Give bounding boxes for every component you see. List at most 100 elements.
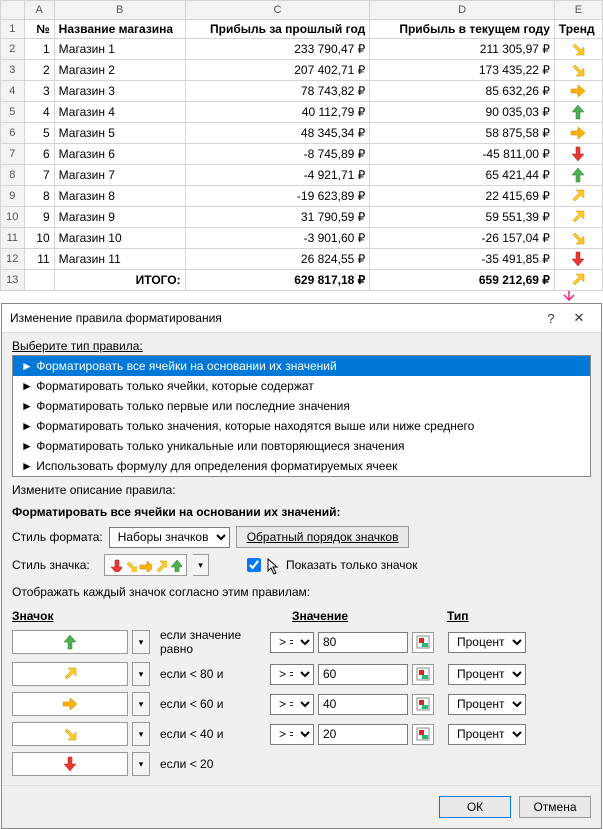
show-icon-only-checkbox[interactable] (247, 558, 261, 572)
cell[interactable]: 4 (24, 102, 54, 123)
operator-select[interactable]: > = (270, 664, 314, 685)
rule-type-list[interactable]: ► Форматировать все ячейки на основании … (12, 355, 591, 477)
icon-dropdown[interactable]: ▾ (132, 630, 150, 654)
range-ref-button[interactable] (412, 694, 434, 715)
cell[interactable]: -26 157,04 ₽ (370, 228, 555, 249)
cell[interactable]: 207 402,71 ₽ (185, 60, 370, 81)
operator-select[interactable]: > = (270, 694, 314, 715)
type-select[interactable]: Процент (448, 664, 526, 685)
cell[interactable]: -45 811,00 ₽ (370, 144, 555, 165)
cell[interactable]: Магазин 6 (54, 144, 185, 165)
cell[interactable]: 10 (24, 228, 54, 249)
icon-dropdown[interactable]: ▾ (132, 662, 150, 686)
close-button[interactable]: ✕ (565, 310, 593, 326)
row-hdr[interactable]: 7 (1, 144, 25, 165)
cell[interactable]: Магазин 11 (54, 249, 185, 270)
corner-cell[interactable] (1, 1, 25, 20)
cell[interactable]: Магазин 5 (54, 123, 185, 144)
cell[interactable]: 85 632,26 ₽ (370, 81, 555, 102)
cell[interactable]: -4 921,71 ₽ (185, 165, 370, 186)
cell[interactable]: -35 491,85 ₽ (370, 249, 555, 270)
col-hdr-c[interactable]: C (185, 1, 370, 20)
type-select[interactable]: Процент (448, 694, 526, 715)
cell[interactable]: 90 035,03 ₽ (370, 102, 555, 123)
format-style-select[interactable]: Наборы значков (109, 527, 230, 548)
rule-type-item[interactable]: ► Форматировать все ячейки на основании … (13, 356, 590, 376)
cancel-button[interactable]: Отмена (519, 796, 591, 818)
row-hdr[interactable]: 12 (1, 249, 25, 270)
cell[interactable]: Магазин 10 (54, 228, 185, 249)
cell[interactable]: 65 421,44 ₽ (370, 165, 555, 186)
row-hdr[interactable]: 1 (1, 20, 25, 39)
hdr-b[interactable]: Название магазина (54, 20, 185, 39)
range-ref-button[interactable] (412, 664, 434, 685)
row-hdr[interactable]: 8 (1, 165, 25, 186)
show-icon-only-check[interactable]: Показать только значок (243, 555, 417, 575)
value-input[interactable] (318, 664, 408, 685)
cell[interactable]: -8 745,89 ₽ (185, 144, 370, 165)
cell[interactable]: Магазин 9 (54, 207, 185, 228)
trend-cell[interactable] (554, 81, 602, 102)
cell[interactable]: ИТОГО: (54, 270, 185, 291)
rule-type-item[interactable]: ► Форматировать только первые или послед… (13, 396, 590, 416)
row-hdr[interactable]: 9 (1, 186, 25, 207)
rule-type-item[interactable]: ► Форматировать только значения, которые… (13, 416, 590, 436)
cell[interactable]: 78 743,82 ₽ (185, 81, 370, 102)
range-ref-button[interactable] (412, 632, 434, 653)
icon-select[interactable] (12, 722, 128, 746)
cell[interactable]: 7 (24, 165, 54, 186)
value-input[interactable] (318, 632, 408, 653)
col-hdr-b[interactable]: B (54, 1, 185, 20)
col-hdr-d[interactable]: D (370, 1, 555, 20)
cell[interactable]: 629 817,18 ₽ (185, 270, 370, 291)
type-select[interactable]: Процент (448, 632, 526, 653)
row-hdr[interactable]: 2 (1, 39, 25, 60)
cell[interactable]: 48 345,34 ₽ (185, 123, 370, 144)
cell[interactable]: Магазин 1 (54, 39, 185, 60)
value-input[interactable] (318, 694, 408, 715)
row-hdr[interactable]: 4 (1, 81, 25, 102)
trend-cell[interactable] (554, 60, 602, 81)
cell[interactable]: 31 790,59 ₽ (185, 207, 370, 228)
cell[interactable]: 40 112,79 ₽ (185, 102, 370, 123)
cell[interactable]: 6 (24, 144, 54, 165)
trend-cell[interactable] (554, 186, 602, 207)
icon-select[interactable] (12, 662, 128, 686)
icon-select[interactable] (12, 692, 128, 716)
cell[interactable]: Магазин 8 (54, 186, 185, 207)
cell[interactable]: 211 305,97 ₽ (370, 39, 555, 60)
row-hdr[interactable]: 6 (1, 123, 25, 144)
ok-button[interactable]: ОК (439, 796, 511, 818)
col-hdr-a[interactable]: A (24, 1, 54, 20)
cell[interactable]: 659 212,69 ₽ (370, 270, 555, 291)
trend-cell[interactable] (554, 165, 602, 186)
rule-type-item[interactable]: ► Форматировать только уникальные или по… (13, 436, 590, 456)
cell[interactable]: 1 (24, 39, 54, 60)
cell[interactable]: 3 (24, 81, 54, 102)
cell[interactable]: 233 790,47 ₽ (185, 39, 370, 60)
hdr-c[interactable]: Прибыль за прошлый год (185, 20, 370, 39)
rule-type-item[interactable]: ► Использовать формулу для определения ф… (13, 456, 590, 476)
cell[interactable]: Магазин 3 (54, 81, 185, 102)
spreadsheet-grid[interactable]: A B C D E 1 № Название магазина Прибыль … (0, 0, 603, 291)
trend-cell[interactable] (554, 249, 602, 270)
trend-cell[interactable] (554, 144, 602, 165)
hdr-e[interactable]: Тренд (554, 20, 602, 39)
trend-cell[interactable] (554, 102, 602, 123)
cell[interactable]: 8 (24, 186, 54, 207)
col-hdr-e[interactable]: E (554, 1, 602, 20)
icon-dropdown[interactable]: ▾ (132, 752, 150, 776)
cell[interactable]: -19 623,89 ₽ (185, 186, 370, 207)
cell[interactable]: 5 (24, 123, 54, 144)
hdr-d[interactable]: Прибыль в текущем году (370, 20, 555, 39)
help-button[interactable]: ? (537, 311, 565, 326)
cell[interactable]: Магазин 7 (54, 165, 185, 186)
operator-select[interactable]: > = (270, 724, 314, 745)
type-select[interactable]: Процент (448, 724, 526, 745)
trend-cell[interactable] (554, 39, 602, 60)
cell[interactable]: Магазин 4 (54, 102, 185, 123)
icon-dropdown[interactable]: ▾ (132, 722, 150, 746)
hdr-a[interactable]: № (24, 20, 54, 39)
trend-cell[interactable] (554, 270, 602, 291)
value-input[interactable] (318, 724, 408, 745)
